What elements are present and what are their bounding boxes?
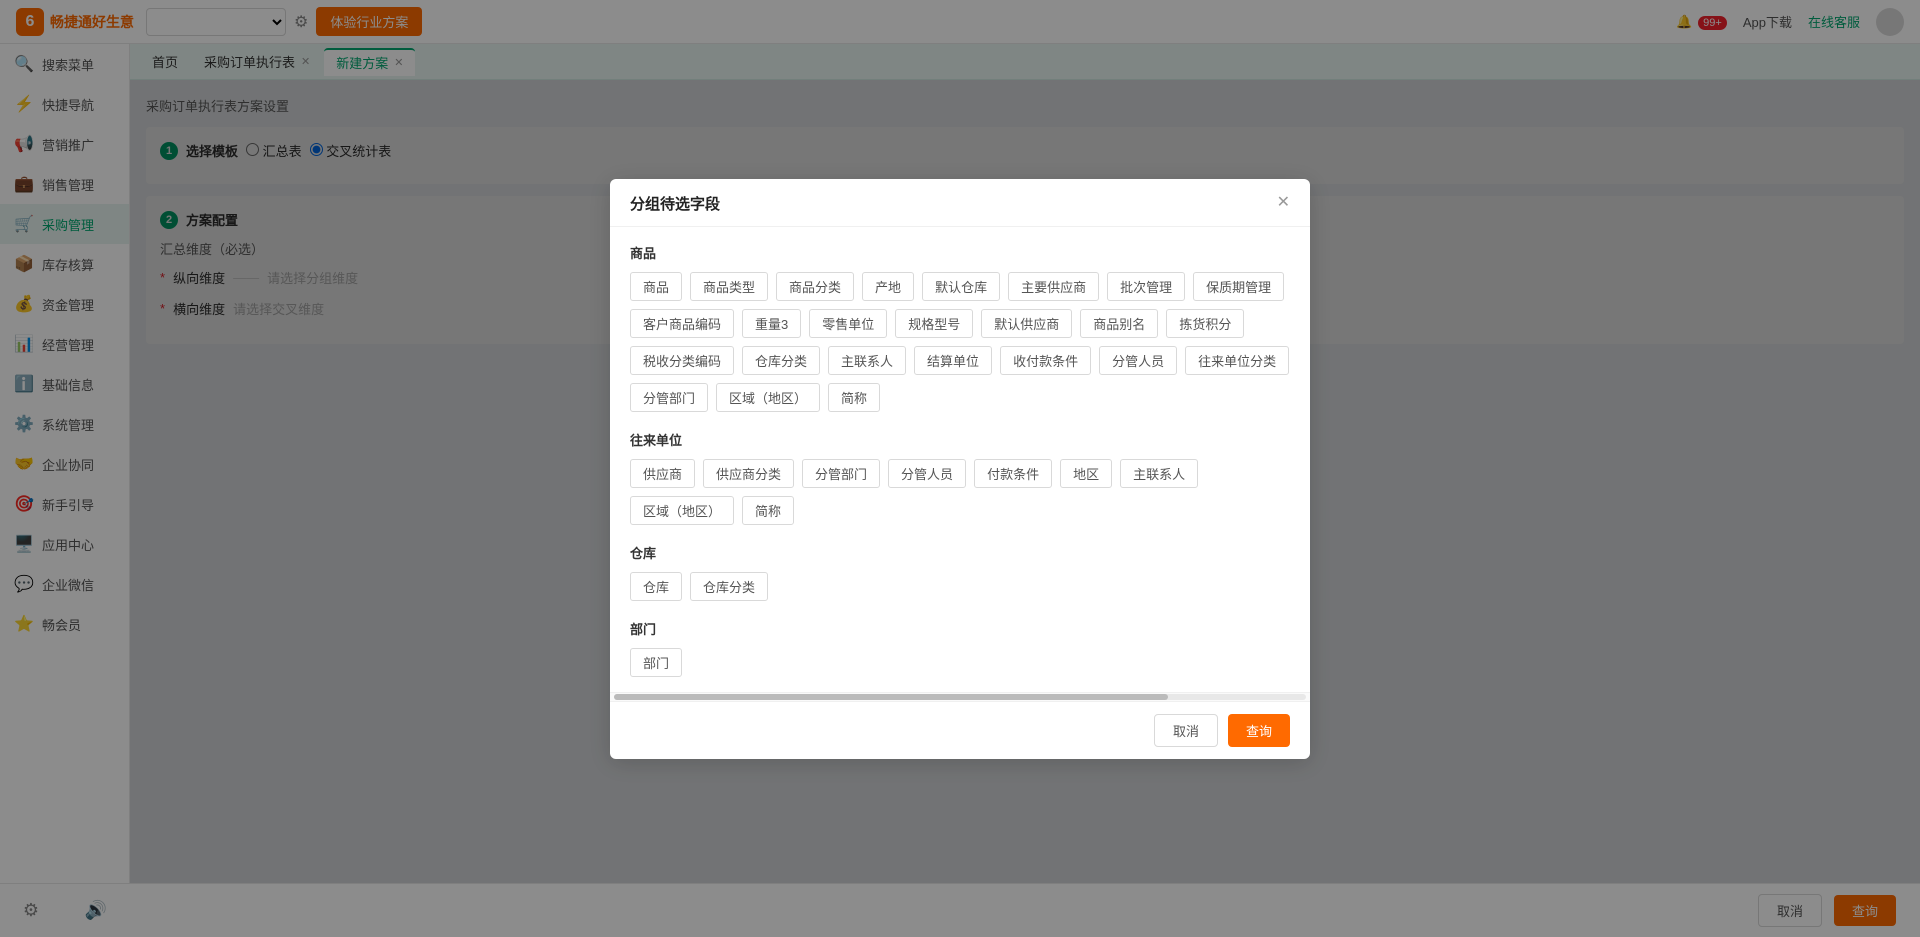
field-tag-region-goods[interactable]: 区域（地区） [716, 383, 820, 412]
field-tag-tax-code[interactable]: 税收分类编码 [630, 346, 734, 375]
field-tag-region[interactable]: 地区 [1060, 459, 1112, 488]
modal-header: 分组待选字段 ✕ [610, 179, 1310, 227]
hscroll-track [614, 694, 1306, 700]
field-tag-goods[interactable]: 商品 [630, 272, 682, 301]
field-tag-default-warehouse[interactable]: 默认仓库 [922, 272, 1000, 301]
field-tag-warehouse[interactable]: 仓库 [630, 572, 682, 601]
field-select-modal: 分组待选字段 ✕ 商品 商品 商品类型 商品分类 产地 默认仓库 主要供应商 批… [610, 179, 1310, 759]
field-tag-warehouse-cat2[interactable]: 仓库分类 [690, 572, 768, 601]
field-tag-shelf-life[interactable]: 保质期管理 [1193, 272, 1284, 301]
section-warehouse-title: 仓库 [630, 543, 1290, 562]
field-tag-mgmt-person2[interactable]: 分管人员 [888, 459, 966, 488]
section-dept: 部门 部门 [630, 619, 1290, 677]
field-tag-supplier[interactable]: 供应商 [630, 459, 695, 488]
field-tag-origin[interactable]: 产地 [862, 272, 914, 301]
modal-overlay: 分组待选字段 ✕ 商品 商品 商品类型 商品分类 产地 默认仓库 主要供应商 批… [0, 0, 1920, 937]
modal-hscroll[interactable] [610, 692, 1310, 700]
field-tag-pick-points[interactable]: 拣货积分 [1166, 309, 1244, 338]
field-tag-dept-mgmt[interactable]: 分管部门 [630, 383, 708, 412]
section-warehouse: 仓库 仓库 仓库分类 [630, 543, 1290, 601]
field-tag-region2[interactable]: 区域（地区） [630, 496, 734, 525]
warehouse-tags: 仓库 仓库分类 [630, 572, 1290, 601]
field-tag-payment-terms[interactable]: 收付款条件 [1000, 346, 1091, 375]
field-tag-main-supplier[interactable]: 主要供应商 [1008, 272, 1099, 301]
field-tag-batch-mgmt[interactable]: 批次管理 [1107, 272, 1185, 301]
field-tag-trade-unit-cat[interactable]: 往来单位分类 [1185, 346, 1289, 375]
field-tag-dept[interactable]: 部门 [630, 648, 682, 677]
field-tag-supplier-cat[interactable]: 供应商分类 [703, 459, 794, 488]
field-tag-settle-unit[interactable]: 结算单位 [914, 346, 992, 375]
field-tag-goods-alias[interactable]: 商品别名 [1080, 309, 1158, 338]
field-tag-default-supplier[interactable]: 默认供应商 [981, 309, 1072, 338]
field-tag-short-name-goods[interactable]: 简称 [828, 383, 880, 412]
field-tag-spec-model[interactable]: 规格型号 [895, 309, 973, 338]
field-tag-main-contact2[interactable]: 主联系人 [1120, 459, 1198, 488]
field-tag-main-contact[interactable]: 主联系人 [828, 346, 906, 375]
field-tag-mgmt-person[interactable]: 分管人员 [1099, 346, 1177, 375]
section-goods-title: 商品 [630, 243, 1290, 262]
dept-tags: 部门 [630, 648, 1290, 677]
field-tag-warehouse-cat[interactable]: 仓库分类 [742, 346, 820, 375]
field-tag-short-name2[interactable]: 简称 [742, 496, 794, 525]
field-tag-pay-terms[interactable]: 付款条件 [974, 459, 1052, 488]
field-tag-weight3[interactable]: 重量3 [742, 309, 801, 338]
modal-confirm-button[interactable]: 查询 [1228, 714, 1290, 747]
modal-body: 商品 商品 商品类型 商品分类 产地 默认仓库 主要供应商 批次管理 保质期管理… [610, 227, 1310, 693]
trade-unit-tags: 供应商 供应商分类 分管部门 分管人员 付款条件 地区 主联系人 区域（地区） … [630, 459, 1290, 525]
modal-cancel-button[interactable]: 取消 [1154, 714, 1218, 747]
field-tag-goods-cat[interactable]: 商品分类 [776, 272, 854, 301]
modal-title: 分组待选字段 [630, 193, 720, 214]
section-trade-unit: 往来单位 供应商 供应商分类 分管部门 分管人员 付款条件 地区 主联系人 区域… [630, 430, 1290, 525]
goods-tags: 商品 商品类型 商品分类 产地 默认仓库 主要供应商 批次管理 保质期管理 客户… [630, 272, 1290, 412]
section-goods: 商品 商品 商品类型 商品分类 产地 默认仓库 主要供应商 批次管理 保质期管理… [630, 243, 1290, 412]
field-tag-goods-type[interactable]: 商品类型 [690, 272, 768, 301]
field-tag-customer-code[interactable]: 客户商品编码 [630, 309, 734, 338]
field-tag-mgmt-dept[interactable]: 分管部门 [802, 459, 880, 488]
hscroll-thumb [614, 694, 1168, 700]
modal-close-button[interactable]: ✕ [1277, 195, 1290, 211]
section-dept-title: 部门 [630, 619, 1290, 638]
modal-footer: 取消 查询 [610, 701, 1310, 759]
section-trade-unit-title: 往来单位 [630, 430, 1290, 449]
field-tag-retail-unit[interactable]: 零售单位 [809, 309, 887, 338]
